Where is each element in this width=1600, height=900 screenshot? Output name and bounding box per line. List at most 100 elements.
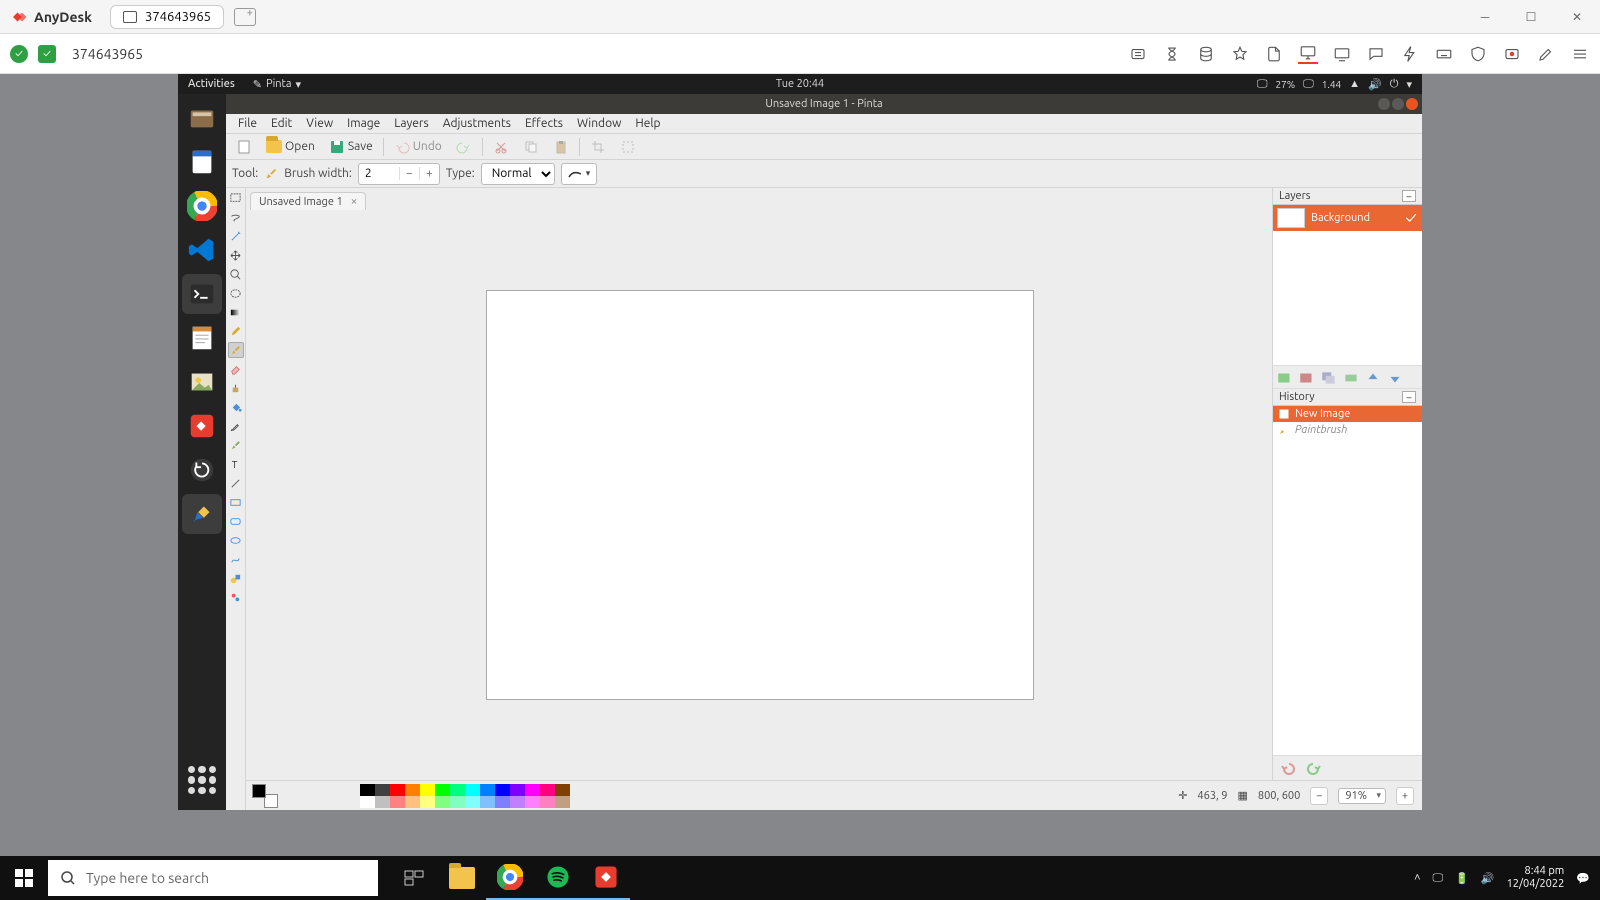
dock-show-apps[interactable] <box>182 760 222 800</box>
palette-swatch[interactable] <box>375 784 390 796</box>
zoom-in-button[interactable]: + <box>1396 787 1414 805</box>
palette-swatch[interactable] <box>450 784 465 796</box>
palette-swatch[interactable] <box>405 796 420 808</box>
tool-line[interactable] <box>228 475 244 491</box>
menu-help[interactable]: Help <box>629 115 666 132</box>
tray-screen-icon[interactable]: 🖵 <box>1433 872 1444 885</box>
menu-window[interactable]: Window <box>571 115 627 132</box>
tool-ellipse[interactable] <box>228 532 244 548</box>
taskbar-chrome[interactable] <box>486 856 534 900</box>
anydesk-session-tab[interactable]: 374643965 <box>110 5 224 29</box>
dock-image-viewer[interactable] <box>182 362 222 402</box>
history-redo[interactable] <box>1305 760 1325 776</box>
palette-swatch[interactable] <box>555 796 570 808</box>
tool-gradient[interactable] <box>228 304 244 320</box>
line-style-button[interactable]: ▾ <box>561 163 598 185</box>
palette-swatch[interactable] <box>480 796 495 808</box>
display-settings-icon[interactable] <box>1298 44 1318 64</box>
tool-ellipse-select[interactable] <box>228 285 244 301</box>
keyboard-icon[interactable] <box>1434 44 1454 64</box>
palette-swatch[interactable] <box>555 784 570 796</box>
palette-swatch[interactable] <box>510 796 525 808</box>
menu-icon[interactable] <box>1570 44 1590 64</box>
tool-pan[interactable] <box>228 589 244 605</box>
palette-swatch[interactable] <box>495 796 510 808</box>
palette-swatch[interactable] <box>495 784 510 796</box>
tool-shapes[interactable] <box>228 570 244 586</box>
copy-button[interactable] <box>519 137 543 157</box>
palette-swatch[interactable] <box>435 784 450 796</box>
dock-vscode[interactable] <box>182 230 222 270</box>
tray-chevron-icon[interactable]: ˄ <box>1414 872 1420 884</box>
pinta-close[interactable] <box>1406 98 1418 110</box>
chat-icon[interactable] <box>1366 44 1386 64</box>
tool-rectangle[interactable] <box>228 494 244 510</box>
tool-magic-wand[interactable] <box>228 228 244 244</box>
layer-delete[interactable] <box>1298 369 1316 385</box>
menu-file[interactable]: File <box>232 115 263 132</box>
background-color[interactable] <box>264 794 278 808</box>
dock-files[interactable] <box>182 98 222 138</box>
palette-swatch[interactable] <box>540 796 555 808</box>
record-icon[interactable] <box>1502 44 1522 64</box>
history-undo[interactable] <box>1277 760 1297 776</box>
taskbar-search[interactable]: Type here to search <box>48 860 378 896</box>
document-tab-close[interactable]: × <box>351 195 358 208</box>
dock-libreoffice[interactable] <box>182 142 222 182</box>
ubuntu-clock[interactable]: Tue 20:44 <box>776 78 824 90</box>
taskbar-anydesk[interactable] <box>582 856 630 900</box>
favorite-icon[interactable] <box>1230 44 1250 64</box>
tray-volume-icon[interactable]: 🔊 <box>1481 872 1495 885</box>
palette-swatch[interactable] <box>465 796 480 808</box>
brush-width-increase[interactable]: + <box>419 167 439 180</box>
layer-down[interactable] <box>1386 369 1404 385</box>
palette-swatch[interactable] <box>390 784 405 796</box>
brush-type-select[interactable]: Normal <box>481 163 555 185</box>
palette-swatch[interactable] <box>360 784 375 796</box>
tool-clone[interactable] <box>228 380 244 396</box>
layer-row[interactable]: Background ✓ <box>1273 205 1422 231</box>
cut-button[interactable] <box>489 137 513 157</box>
tool-move[interactable] <box>228 247 244 263</box>
notifications-icon[interactable]: 💬 <box>1576 872 1590 885</box>
tool-lasso[interactable] <box>228 209 244 225</box>
tool-paintbrush[interactable] <box>228 342 244 358</box>
palette-swatch[interactable] <box>510 784 525 796</box>
anydesk-new-tab[interactable] <box>234 8 256 26</box>
deselect-button[interactable] <box>616 137 640 157</box>
color-swap[interactable] <box>250 782 280 810</box>
palette-swatch[interactable] <box>390 796 405 808</box>
history-item[interactable]: New Image <box>1273 406 1422 422</box>
tool-freeform[interactable] <box>228 551 244 567</box>
start-button[interactable] <box>0 856 48 900</box>
dock-software-updater[interactable] <box>182 450 222 490</box>
paste-button[interactable] <box>549 137 573 157</box>
taskbar-spotify[interactable] <box>534 856 582 900</box>
brush-width-decrease[interactable]: − <box>399 167 419 180</box>
new-button[interactable] <box>232 137 256 157</box>
pinta-titlebar[interactable]: Unsaved Image 1 - Pinta <box>226 94 1422 114</box>
zoom-out-button[interactable]: − <box>1310 787 1328 805</box>
menu-layers[interactable]: Layers <box>388 115 434 132</box>
layer-up[interactable] <box>1364 369 1382 385</box>
palette-swatch[interactable] <box>420 784 435 796</box>
layer-visible-checkbox[interactable]: ✓ <box>1404 211 1418 225</box>
redo-button[interactable] <box>452 137 476 157</box>
dock-pinta[interactable] <box>182 494 222 534</box>
tool-rect-select[interactable] <box>228 190 244 206</box>
dock-text-editor[interactable] <box>182 318 222 358</box>
hourglass-icon[interactable] <box>1162 44 1182 64</box>
system-tray[interactable]: 🖵 27% 🖵 1.44 ▲ 🔊 ⏻ ▾ <box>1257 78 1412 91</box>
minimize-button[interactable]: ─ <box>1462 0 1508 34</box>
menu-adjustments[interactable]: Adjustments <box>437 115 517 132</box>
canvas[interactable] <box>486 290 1034 700</box>
canvas-area[interactable] <box>246 210 1272 780</box>
brush-width-input[interactable] <box>359 167 399 180</box>
monitor-icon[interactable] <box>1332 44 1352 64</box>
tool-text[interactable]: T <box>228 456 244 472</box>
open-button[interactable]: Open <box>262 138 319 155</box>
zoom-select[interactable]: 91% <box>1338 788 1386 804</box>
layers-minimize[interactable]: – <box>1402 190 1416 202</box>
undo-button[interactable]: Undo <box>390 137 446 157</box>
palette-swatch[interactable] <box>435 796 450 808</box>
